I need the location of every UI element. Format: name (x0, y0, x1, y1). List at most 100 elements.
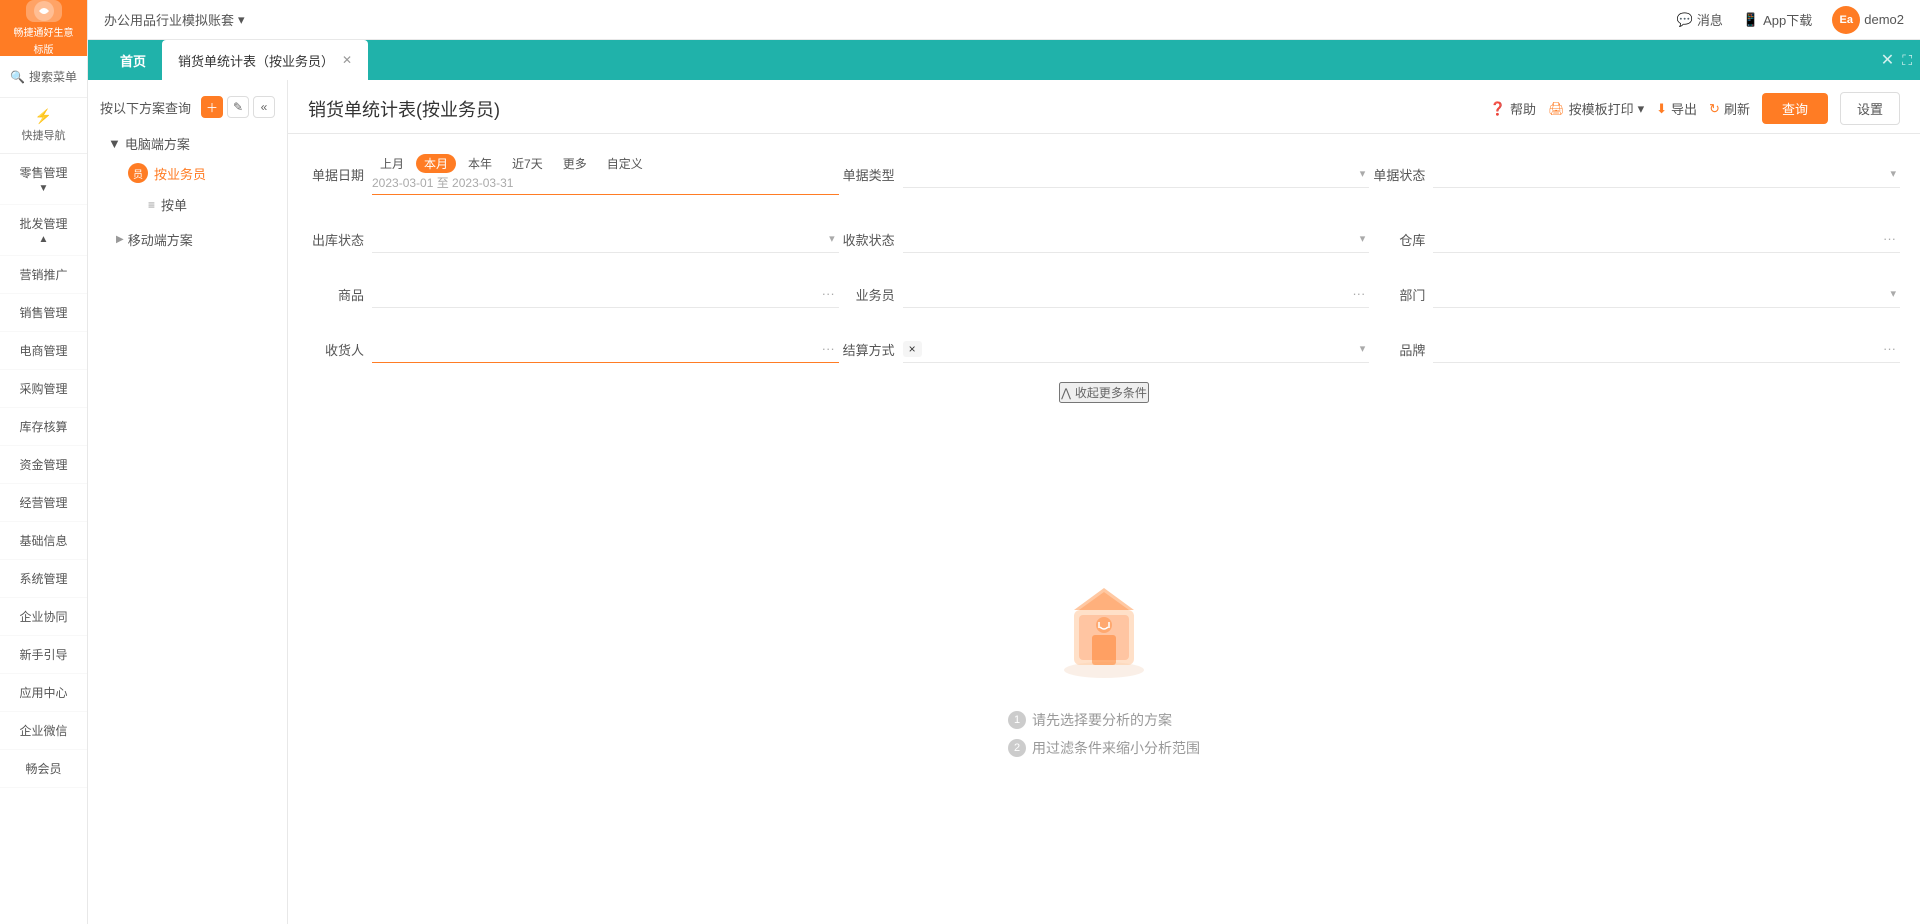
out-status-control[interactable]: ▾ (372, 225, 839, 253)
export-button[interactable]: ⬇ 导出 (1656, 99, 1697, 118)
brand-control[interactable]: ··· (1433, 335, 1900, 363)
empty-state: 1 请先选择要分析的方案 2 用过滤条件来缩小分析范围 (288, 407, 1920, 924)
query-button[interactable]: 查询 (1762, 93, 1828, 124)
collapse-panel-button[interactable]: « (253, 96, 275, 118)
sidebar-item-newbie[interactable]: 新手引导 (0, 636, 87, 674)
sidebar-item-sales[interactable]: 销售管理 (0, 294, 87, 332)
settlement-tag-close[interactable]: × (909, 342, 916, 356)
brand-dots-icon[interactable]: ··· (1883, 341, 1900, 356)
settlement-dropdown-icon: ▾ (1360, 342, 1370, 355)
tab-close-icon[interactable]: ✕ (342, 53, 352, 67)
filter-brand: 品牌 ··· (1369, 329, 1900, 370)
order-icon: ≡ (148, 198, 155, 212)
settlement-control[interactable]: × ▾ (903, 335, 1370, 363)
active-dot: 员 (128, 163, 148, 183)
sidebar-item-wholesale[interactable]: 批发管理 ▲ (0, 205, 87, 256)
tab-home[interactable]: 首页 (104, 40, 162, 80)
filter-row-3: 商品 ··· 业务员 ··· 部门 ▾ (288, 264, 1920, 319)
dept-control[interactable]: ▾ (1433, 280, 1900, 308)
help-button[interactable]: ❓ 帮助 (1490, 99, 1536, 118)
date-tab-more[interactable]: 更多 (555, 153, 595, 174)
date-tab-last-7[interactable]: 近7天 (504, 153, 551, 174)
tab-sales-stat[interactable]: 销货单统计表（按业务员） ✕ (162, 40, 368, 80)
doc-type-control[interactable]: ▾ (903, 160, 1370, 188)
filter-row-2: 出库状态 ▾ 收款状态 ▾ 仓库 ··· (288, 209, 1920, 264)
collapse-conditions-button[interactable]: ⋀ 收起更多条件 (1059, 382, 1149, 403)
warehouse-dots-icon[interactable]: ··· (1883, 231, 1900, 246)
add-scheme-button[interactable]: ＋ (201, 96, 223, 118)
goods-dots-icon[interactable]: ··· (822, 286, 839, 301)
dropdown-arrow-icon: ▾ (238, 12, 245, 28)
dept-dropdown-icon: ▾ (1890, 287, 1900, 300)
date-tab-this-month[interactable]: 本月 (416, 154, 456, 173)
sidebar-item-appstore[interactable]: 应用中心 (0, 674, 87, 712)
tabbar: 首页 销货单统计表（按业务员） ✕ ✕ ⛶ (88, 40, 1920, 80)
arrow-expand-icon: ▼ (108, 136, 121, 151)
consignee-dots-icon[interactable]: ··· (822, 341, 839, 356)
filter-consignee: 收货人 ··· (308, 329, 839, 370)
tabbar-close-button[interactable]: ✕ (1881, 50, 1894, 70)
tabbar-expand-button[interactable]: ⛶ (1902, 52, 1912, 69)
help-icon: ❓ (1490, 101, 1506, 117)
doc-status-control[interactable]: ▾ (1433, 160, 1900, 188)
date-tab-last-month[interactable]: 上月 (372, 153, 412, 174)
print-button[interactable]: 🖨 按模板打印 ▾ (1548, 99, 1644, 118)
goods-control[interactable]: ··· (372, 280, 839, 308)
receipt-status-control[interactable]: ▾ (903, 225, 1370, 253)
avatar: Ea (1832, 6, 1860, 34)
doc-type-dropdown-icon: ▾ (1360, 167, 1370, 180)
company-selector[interactable]: 办公用品行业模拟账套 ▾ (104, 10, 245, 29)
sidebar-item-member[interactable]: 畅会员 (0, 750, 87, 788)
mobile-section-toggle[interactable]: ▶ 移动端方案 (108, 224, 267, 255)
message-button[interactable]: 💬 消息 (1677, 10, 1723, 29)
sidebar-item-inventory[interactable]: 库存核算 (0, 408, 87, 446)
filter-section: 单据日期 上月 本月 本年 近7天 更多 自定义 2023- (288, 134, 1920, 407)
receipt-status-dropdown-icon: ▾ (1360, 232, 1370, 245)
filter-goods: 商品 ··· (308, 274, 839, 315)
avatar-initials: Ea (1840, 14, 1853, 26)
filter-salesperson: 业务员 ··· (839, 274, 1370, 315)
shortcut-nav-button[interactable]: ⚡ 快捷导航 (0, 102, 87, 149)
refresh-button[interactable]: ↻ 刷新 (1709, 99, 1750, 118)
settings-button[interactable]: 设置 (1840, 92, 1900, 125)
sidebar-item-purchase[interactable]: 采购管理 (0, 370, 87, 408)
date-filter-control[interactable]: 上月 本月 本年 近7天 更多 自定义 2023-03-01 至 2023-03… (372, 150, 839, 198)
salesperson-control[interactable]: ··· (903, 280, 1370, 308)
empty-hint-1: 1 请先选择要分析的方案 (1008, 706, 1200, 734)
app-download-button[interactable]: 📱 App下载 (1743, 10, 1812, 29)
export-icon: ⬇ (1656, 101, 1667, 117)
warehouse-control[interactable]: ··· (1433, 225, 1900, 253)
sidebar-item-system[interactable]: 系统管理 (0, 560, 87, 598)
sidebar-item-wechat[interactable]: 企业微信 (0, 712, 87, 750)
sidebar-item-finance[interactable]: 资金管理 (0, 446, 87, 484)
consignee-control[interactable]: ··· (372, 335, 839, 363)
salesperson-dots-icon[interactable]: ··· (1352, 286, 1369, 301)
filter-doc-type: 单据类型 ▾ (839, 144, 1370, 205)
sidebar-item-ecommerce[interactable]: 电商管理 (0, 332, 87, 370)
sidebar-item-enterprise[interactable]: 企业协同 (0, 598, 87, 636)
topbar-right: 💬 消息 📱 App下载 Ea demo2 (1677, 6, 1904, 34)
sidebar-item-basic[interactable]: 基础信息 (0, 522, 87, 560)
search-section: 🔍 搜索菜单 (0, 56, 87, 98)
content-area: 按以下方案查询 ＋ ✎ « ▼ 电脑端方案 员 按业务员 ≡ 按单 (88, 80, 1920, 924)
nav-icon: ⚡ (35, 108, 52, 125)
scheme-by-salesperson[interactable]: 员 按业务员 (100, 157, 275, 189)
print-icon: 🖨 (1548, 101, 1565, 117)
scheme-by-order[interactable]: ≡ 按单 (100, 189, 275, 220)
search-menu-button[interactable]: 🔍 搜索菜单 (6, 64, 81, 89)
collapse-row: ⋀ 收起更多条件 (288, 374, 1920, 407)
sidebar-item-retail[interactable]: 零售管理 ▼ (0, 154, 87, 205)
sidebar-item-operations[interactable]: 经营管理 (0, 484, 87, 522)
date-tab-this-year[interactable]: 本年 (460, 153, 500, 174)
app-logo[interactable]: 畅捷通好生意 标版 (0, 0, 87, 56)
mobile-scheme-section: ▶ 移动端方案 (100, 220, 275, 259)
page-actions: ❓ 帮助 🖨 按模板打印 ▾ ⬇ 导出 ↻ 刷新 (1490, 92, 1900, 125)
sidebar-item-marketing[interactable]: 营销推广 (0, 256, 87, 294)
search-icon: 🔍 (10, 70, 25, 84)
pc-scheme-section: ▼ 电脑端方案 员 按业务员 ≡ 按单 ▶ 移动端方案 (88, 124, 287, 265)
left-scheme-panel: 按以下方案查询 ＋ ✎ « ▼ 电脑端方案 员 按业务员 ≡ 按单 (88, 80, 288, 924)
date-tab-custom[interactable]: 自定义 (599, 153, 651, 174)
edit-scheme-button[interactable]: ✎ (227, 96, 249, 118)
user-profile[interactable]: Ea demo2 (1832, 6, 1904, 34)
logo-icon (26, 0, 62, 22)
